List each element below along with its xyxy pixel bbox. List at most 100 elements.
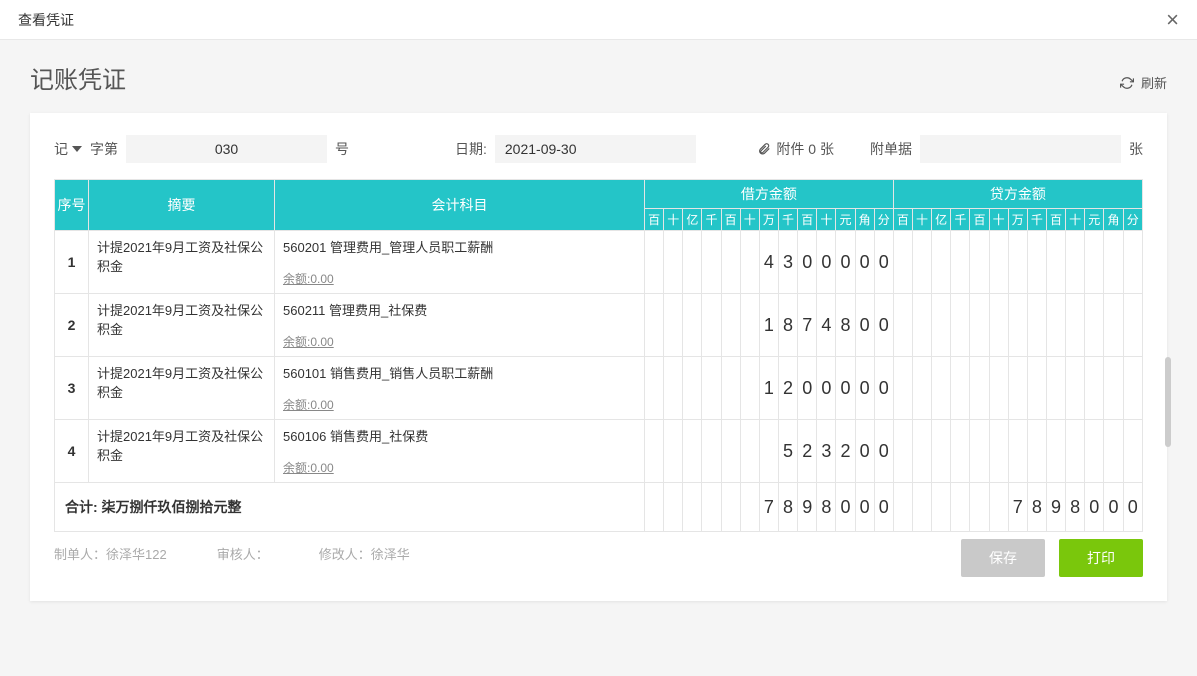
digit-cell: [989, 420, 1008, 483]
digit-cell: [683, 231, 702, 294]
caret-down-icon: [72, 146, 82, 152]
digit-cell: 0: [855, 483, 874, 532]
digit-cell: 0: [817, 231, 836, 294]
unit-header: 千: [1027, 209, 1046, 231]
digit-cell: 0: [1085, 483, 1104, 532]
digit-cell: [1046, 231, 1065, 294]
row-summary[interactable]: 计提2021年9月工资及社保公积金: [89, 420, 275, 483]
attach-sheet-suffix: 张: [1129, 139, 1143, 159]
digit-cell: [893, 420, 912, 483]
digit-cell: [912, 357, 931, 420]
digit-cell: [951, 294, 970, 357]
row-balance: 余额:0.00: [283, 459, 636, 476]
digit-cell: [932, 357, 951, 420]
voucher-number-input[interactable]: [126, 135, 327, 163]
page-title: 记账凭证: [30, 60, 126, 95]
digit-cell: [970, 420, 989, 483]
unit-header: 亿: [683, 209, 702, 231]
table-row[interactable]: 3计提2021年9月工资及社保公积金560101 销售费用_销售人员职工薪酬余额…: [55, 357, 1143, 420]
digit-cell: [664, 294, 683, 357]
digit-cell: [1123, 357, 1142, 420]
digit-cell: 0: [1104, 483, 1123, 532]
scrollbar-thumb[interactable]: [1165, 357, 1171, 447]
digit-cell: [721, 483, 740, 532]
unit-header: 百: [721, 209, 740, 231]
digit-cell: [1085, 420, 1104, 483]
digit-cell: [702, 231, 721, 294]
unit-header: 角: [855, 209, 874, 231]
attachment-link[interactable]: 附件 0 张: [757, 139, 834, 159]
row-balance: 余额:0.00: [283, 270, 636, 287]
unit-header: 十: [912, 209, 931, 231]
digit-cell: [1008, 231, 1027, 294]
refresh-button[interactable]: 刷新: [1120, 73, 1167, 92]
digit-cell: 1: [759, 357, 778, 420]
digit-cell: 5: [778, 420, 797, 483]
row-summary[interactable]: 计提2021年9月工资及社保公积金: [89, 294, 275, 357]
save-button[interactable]: 保存: [961, 539, 1045, 577]
digit-cell: [989, 294, 1008, 357]
digit-cell: [893, 231, 912, 294]
row-subject[interactable]: 560106 销售费用_社保费余额:0.00: [275, 420, 645, 483]
unit-header: 分: [874, 209, 893, 231]
table-row[interactable]: 4计提2021年9月工资及社保公积金560106 销售费用_社保费余额:0.00…: [55, 420, 1143, 483]
attach-sheet-input[interactable]: [920, 135, 1121, 163]
digit-cell: [893, 294, 912, 357]
digit-cell: [759, 420, 778, 483]
digit-cell: 3: [817, 420, 836, 483]
table-row[interactable]: 2计提2021年9月工资及社保公积金560211 管理费用_社保费余额:0.00…: [55, 294, 1143, 357]
row-balance: 余额:0.00: [283, 396, 636, 413]
digit-cell: [1008, 294, 1027, 357]
print-button[interactable]: 打印: [1059, 539, 1143, 577]
digit-cell: [740, 357, 759, 420]
digit-cell: [1027, 420, 1046, 483]
voucher-table: 序号 摘要 会计科目 借方金额 贷方金额 百十亿千百十万千百十元角分百十亿千百十…: [54, 179, 1143, 532]
digit-cell: [1066, 294, 1085, 357]
row-subject[interactable]: 560101 销售费用_销售人员职工薪酬余额:0.00: [275, 357, 645, 420]
row-summary[interactable]: 计提2021年9月工资及社保公积金: [89, 357, 275, 420]
row-subject[interactable]: 560211 管理费用_社保费余额:0.00: [275, 294, 645, 357]
unit-header: 万: [759, 209, 778, 231]
unit-header: 十: [817, 209, 836, 231]
date-label: 日期:: [455, 139, 487, 159]
digit-cell: 8: [778, 294, 797, 357]
close-icon[interactable]: ×: [1166, 7, 1179, 33]
refresh-label: 刷新: [1141, 76, 1167, 91]
unit-header: 亿: [932, 209, 951, 231]
row-index: 3: [55, 357, 89, 420]
total-label: 合计: 柒万捌仟玖佰捌拾元整: [55, 483, 645, 532]
digit-cell: [1104, 420, 1123, 483]
unit-header: 千: [702, 209, 721, 231]
digit-cell: [721, 294, 740, 357]
digit-cell: 8: [1066, 483, 1085, 532]
digit-cell: 9: [1046, 483, 1065, 532]
digit-cell: [1123, 231, 1142, 294]
digit-cell: [683, 483, 702, 532]
col-summary: 摘要: [89, 180, 275, 231]
table-row[interactable]: 1计提2021年9月工资及社保公积金560201 管理费用_管理人员职工薪酬余额…: [55, 231, 1143, 294]
digit-cell: [989, 483, 1008, 532]
digit-cell: 1: [759, 294, 778, 357]
date-input[interactable]: [495, 135, 696, 163]
digit-cell: 8: [778, 483, 797, 532]
digit-cell: 0: [874, 357, 893, 420]
digit-cell: 0: [798, 231, 817, 294]
digit-cell: [912, 483, 931, 532]
unit-header: 千: [778, 209, 797, 231]
digit-cell: 8: [1027, 483, 1046, 532]
modal-header: 查看凭证 ×: [0, 0, 1197, 40]
unit-header: 百: [1046, 209, 1065, 231]
digit-cell: [951, 420, 970, 483]
digit-cell: 2: [798, 420, 817, 483]
digit-cell: [893, 483, 912, 532]
row-summary[interactable]: 计提2021年9月工资及社保公积金: [89, 231, 275, 294]
digit-cell: 0: [817, 357, 836, 420]
digit-cell: [1066, 420, 1085, 483]
unit-header: 分: [1123, 209, 1142, 231]
digit-cell: [970, 231, 989, 294]
row-subject[interactable]: 560201 管理费用_管理人员职工薪酬余额:0.00: [275, 231, 645, 294]
digit-cell: [1046, 357, 1065, 420]
digit-cell: [1123, 294, 1142, 357]
voucher-type-dropdown[interactable]: 记: [54, 139, 82, 159]
unit-header: 十: [989, 209, 1008, 231]
